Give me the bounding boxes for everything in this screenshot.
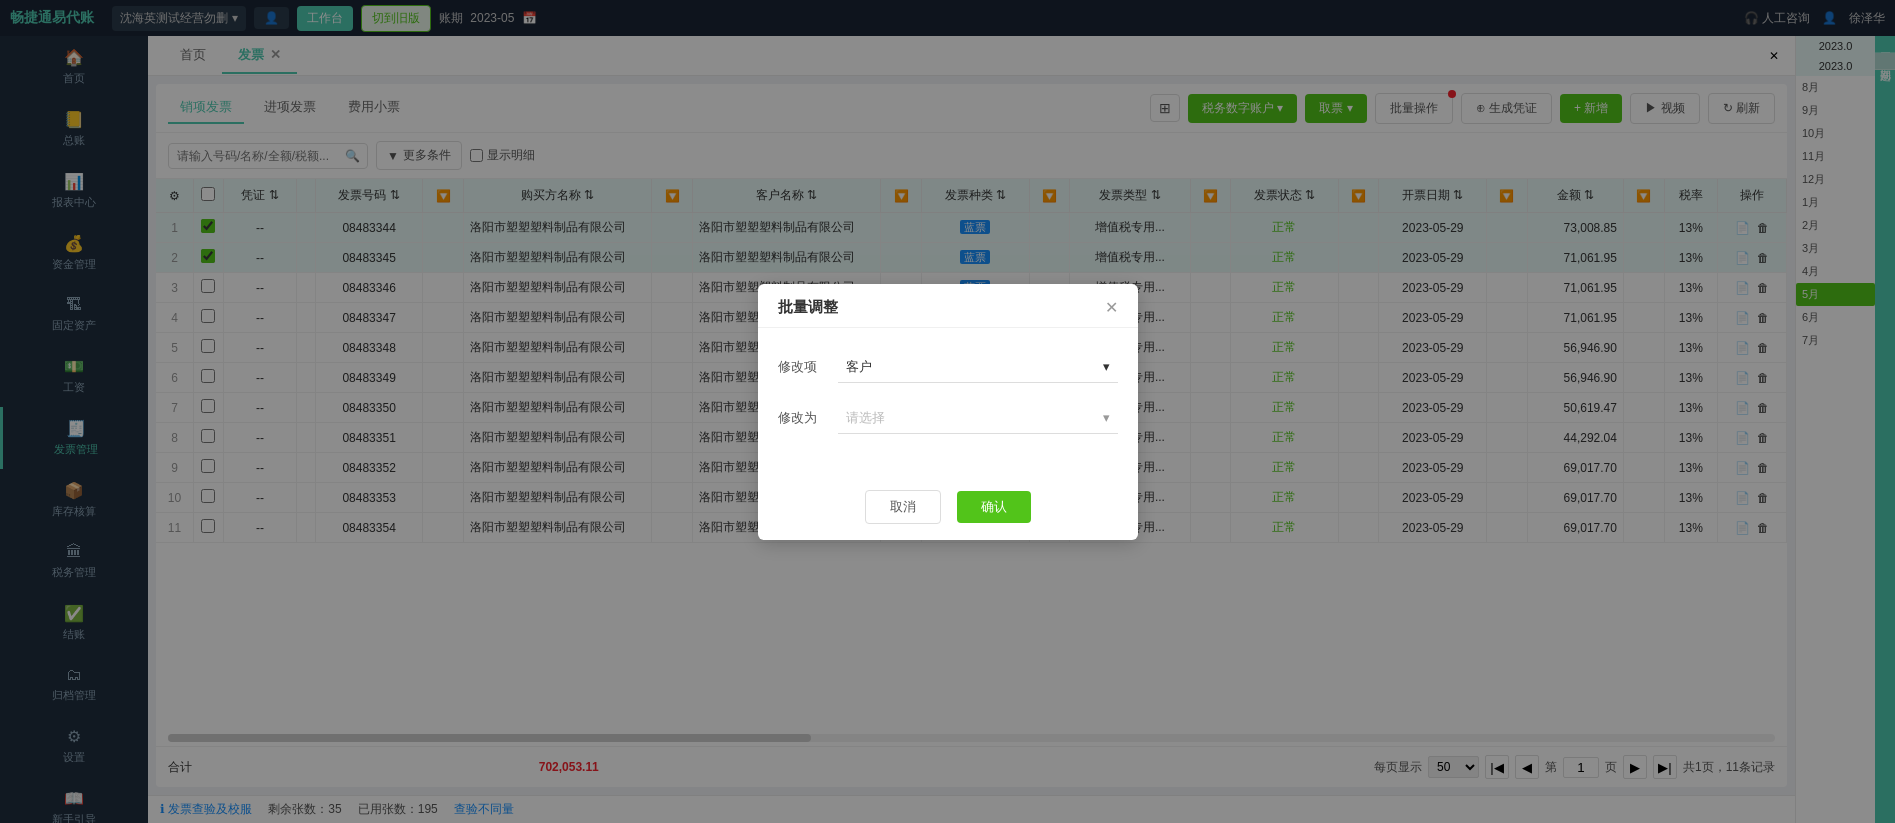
modal-title: 批量调整 (778, 298, 838, 317)
modal-header: 批量调整 ✕ (758, 284, 1138, 328)
modal-body: 修改项 客户 ▾ 修改为 请选择 ▾ (758, 328, 1138, 478)
modal-close-btn[interactable]: ✕ (1105, 298, 1118, 317)
form-row-modify-to: 修改为 请选择 ▾ (778, 403, 1118, 434)
chevron-down-icon: ▾ (1103, 359, 1110, 374)
modify-to-placeholder: 请选择 (846, 409, 885, 427)
modify-to-select[interactable]: 请选择 ▾ (838, 403, 1118, 434)
chevron-down-icon: ▾ (1103, 410, 1110, 425)
modal-confirm-btn[interactable]: 确认 (957, 491, 1031, 523)
modify-item-value: 客户 (846, 358, 872, 376)
form-row-modify-item: 修改项 客户 ▾ (778, 352, 1118, 383)
modal-footer: 取消 确认 (758, 478, 1138, 540)
form-label-modify-to: 修改为 (778, 409, 838, 427)
batch-adjust-modal: 批量调整 ✕ 修改项 客户 ▾ 修改为 请选择 ▾ 取消 确认 (758, 284, 1138, 540)
modal-overlay: 批量调整 ✕ 修改项 客户 ▾ 修改为 请选择 ▾ 取消 确认 (0, 0, 1895, 823)
modify-item-select[interactable]: 客户 ▾ (838, 352, 1118, 383)
form-label-modify-item: 修改项 (778, 358, 838, 376)
modal-cancel-btn[interactable]: 取消 (865, 490, 941, 524)
